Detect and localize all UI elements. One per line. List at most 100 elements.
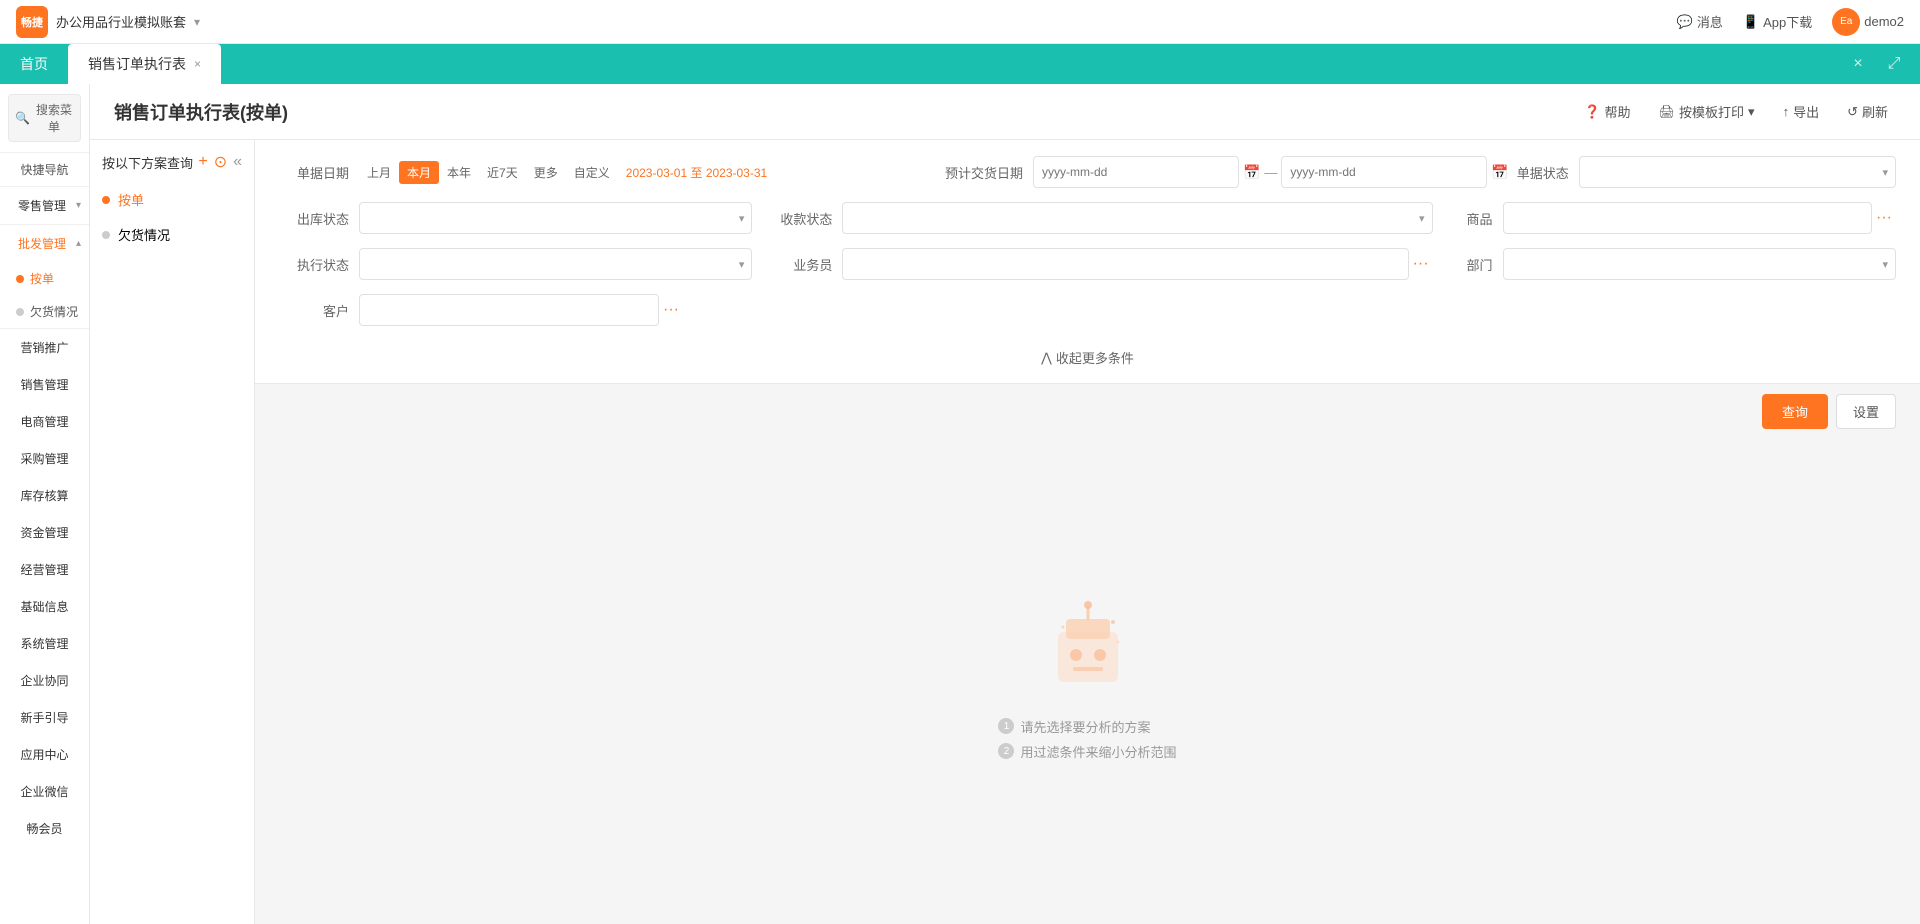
sidebar-item-sales-mgmt[interactable]: 销售管理 <box>0 366 89 403</box>
tab-sales-order[interactable]: 销售订单执行表 × <box>68 44 221 84</box>
calendar-from-icon[interactable]: 📅 <box>1243 164 1260 181</box>
sidebar-item-corp-wechat[interactable]: 企业微信 <box>0 773 89 810</box>
content-wrapper: 按以下方案查询 + ⊙ « 按单 欠货情况 <box>90 140 1920 924</box>
customer-input[interactable] <box>359 294 659 326</box>
filter-row-date: 单据日期 上月 本月 本年 近7天 更多 自定义 2023-03-01 至 20… <box>279 156 1896 188</box>
sidebar-search-area: 🔍 搜索菜单 <box>0 84 89 153</box>
sidebar-section-wholesale: 批发管理 ▴ 按单 欠货情况 <box>0 225 89 329</box>
sidebar-item-stock[interactable]: 库存核算 <box>0 477 89 514</box>
exec-status-label: 执行状态 <box>279 255 359 274</box>
user-menu[interactable]: Ea demo2 <box>1832 8 1904 36</box>
sidebar-item-newbie[interactable]: 新手引导 <box>0 699 89 736</box>
filter-row-customer: 客户 ··· <box>279 294 1896 326</box>
scheme-sidebar: 按以下方案查询 + ⊙ « 按单 欠货情况 <box>90 140 255 924</box>
sidebar-sub-item-debt[interactable]: 欠货情况 <box>0 295 89 328</box>
export-button[interactable]: ↑ 导出 <box>1775 98 1828 125</box>
salesman-label: 业务员 <box>752 255 842 274</box>
salesman-more-icon[interactable]: ··· <box>1409 255 1433 273</box>
page-header-actions: ❓ 帮助 🖨 按模板打印 ▾ ↑ 导出 ↺ 刷新 <box>1576 98 1896 139</box>
sidebar-item-ecommerce[interactable]: 电商管理 <box>0 403 89 440</box>
maximize-button[interactable]: ⤢ <box>1880 50 1908 78</box>
dept-select[interactable] <box>1503 248 1896 280</box>
query-button[interactable]: 查询 <box>1762 394 1828 429</box>
calendar-to-icon[interactable]: 📅 <box>1491 164 1508 181</box>
date-tabs: 上月 本月 本年 近7天 更多 自定义 <box>359 161 618 184</box>
scheme-collapse-icon[interactable]: « <box>233 153 242 171</box>
dot-inactive-icon <box>16 308 24 316</box>
empty-tip-2: 用过滤条件来缩小分析范围 <box>1020 742 1176 761</box>
scheme-actions: + ⊙ « <box>198 152 242 172</box>
empty-tips: 1 请先选择要分析的方案 2 用过滤条件来缩小分析范围 <box>998 717 1176 767</box>
date-tab-this-month[interactable]: 本月 <box>399 161 439 184</box>
dot-inactive-icon <box>102 231 110 239</box>
sidebar-item-appstore[interactable]: 应用中心 <box>0 736 89 773</box>
dept-label: 部门 <box>1433 255 1503 274</box>
date-range-display: 2023-03-01 至 2023-03-31 <box>626 164 767 181</box>
topbar-left: 畅捷 办公用品行业模拟账套 ▾ <box>16 6 200 38</box>
collection-status-select[interactable] <box>842 202 1432 234</box>
sidebar-item-biz[interactable]: 经营管理 <box>0 551 89 588</box>
filter-row-status: 出库状态 ▾ 收款状态 ▾ 商品 ··· <box>279 202 1896 234</box>
sidebar-item-finance[interactable]: 资金管理 <box>0 514 89 551</box>
close-window-button[interactable]: × <box>1844 50 1872 78</box>
date-tab-last-month[interactable]: 上月 <box>359 161 399 184</box>
scheme-copy-icon[interactable]: ⊙ <box>214 152 227 172</box>
exec-status-select-wrap: ▾ <box>359 248 752 280</box>
date-tab-last-7[interactable]: 近7天 <box>479 161 526 184</box>
chevron-up-icon: ▴ <box>76 238 81 249</box>
refresh-button[interactable]: ↺ 刷新 <box>1839 98 1896 125</box>
settings-button[interactable]: 设置 <box>1836 394 1896 429</box>
ship-status-select-wrap: ▾ <box>359 202 752 234</box>
sidebar-item-marketing[interactable]: 营销推广 <box>0 329 89 366</box>
page-header: 销售订单执行表(按单) ❓ 帮助 🖨 按模板打印 ▾ ↑ 导出 ↺ 刷新 <box>90 84 1920 140</box>
tip-num-1: 1 <box>998 718 1014 734</box>
sidebar-item-member[interactable]: 畅会员 <box>0 810 89 847</box>
ship-status-select[interactable] <box>359 202 752 234</box>
tab-close-icon[interactable]: × <box>194 57 201 71</box>
sidebar-item-basic[interactable]: 基础信息 <box>0 588 89 625</box>
sidebar-item-wholesale[interactable]: 批发管理 ▴ <box>0 225 89 262</box>
help-icon: ❓ <box>1584 104 1600 120</box>
filter-area: 单据日期 上月 本月 本年 近7天 更多 自定义 2023-03-01 至 20… <box>255 140 1920 384</box>
date-label: 单据日期 <box>279 163 359 182</box>
collapse-button[interactable]: ⋀ 收起更多条件 <box>279 340 1896 367</box>
scheme-add-icon[interactable]: + <box>198 153 207 171</box>
empty-state: 1 请先选择要分析的方案 2 用过滤条件来缩小分析范围 <box>255 439 1920 924</box>
sidebar-item-enterprise[interactable]: 企业协同 <box>0 662 89 699</box>
expected-date-to[interactable] <box>1281 156 1487 188</box>
sidebar-item-quick-nav[interactable]: 快捷导航 <box>0 153 89 187</box>
date-tab-more[interactable]: 更多 <box>526 161 566 184</box>
customer-more-icon[interactable]: ··· <box>659 301 683 319</box>
scheme-item-debt[interactable]: 欠货情况 <box>90 217 254 252</box>
expected-date-from[interactable] <box>1033 156 1239 188</box>
expected-date-group: 📅 — 📅 <box>1033 156 1509 188</box>
goods-input[interactable] <box>1503 202 1872 234</box>
download-icon: 📱 <box>1743 14 1759 30</box>
sidebar-item-system[interactable]: 系统管理 <box>0 625 89 662</box>
date-tab-custom[interactable]: 自定义 <box>566 161 618 184</box>
goods-label: 商品 <box>1433 209 1503 228</box>
sidebar-item-purchase[interactable]: 采购管理 <box>0 440 89 477</box>
app-download-button[interactable]: 📱 App下载 <box>1743 12 1812 31</box>
search-menu-button[interactable]: 🔍 搜索菜单 <box>8 94 81 142</box>
date-tab-this-year[interactable]: 本年 <box>439 161 479 184</box>
message-button[interactable]: 💬 消息 <box>1677 12 1723 31</box>
doc-status-select[interactable] <box>1579 156 1896 188</box>
app-title-dropdown[interactable]: ▾ <box>194 15 200 29</box>
template-print-button[interactable]: 🖨 按模板打印 ▾ <box>1651 98 1763 125</box>
sidebar-item-retail[interactable]: 零售管理 ▾ <box>0 187 89 224</box>
sidebar: 🔍 搜索菜单 快捷导航 零售管理 ▾ 批发管理 ▴ 按单 欠货情况 <box>0 84 90 924</box>
nav-controls: × ⤢ <box>1844 50 1920 78</box>
salesman-input[interactable] <box>842 248 1408 280</box>
ship-status-label: 出库状态 <box>279 209 359 228</box>
goods-more-icon[interactable]: ··· <box>1872 209 1896 227</box>
sidebar-sub-item-order[interactable]: 按单 <box>0 262 89 295</box>
dot-active-icon <box>16 275 24 283</box>
customer-label: 客户 <box>279 301 359 320</box>
help-button[interactable]: ❓ 帮助 <box>1576 98 1638 125</box>
dropdown-icon: ▾ <box>1748 104 1755 120</box>
scheme-item-order[interactable]: 按单 <box>90 182 254 217</box>
tab-home[interactable]: 首页 <box>0 44 68 84</box>
page-title: 销售订单执行表(按单) <box>114 99 288 139</box>
exec-status-select[interactable] <box>359 248 752 280</box>
